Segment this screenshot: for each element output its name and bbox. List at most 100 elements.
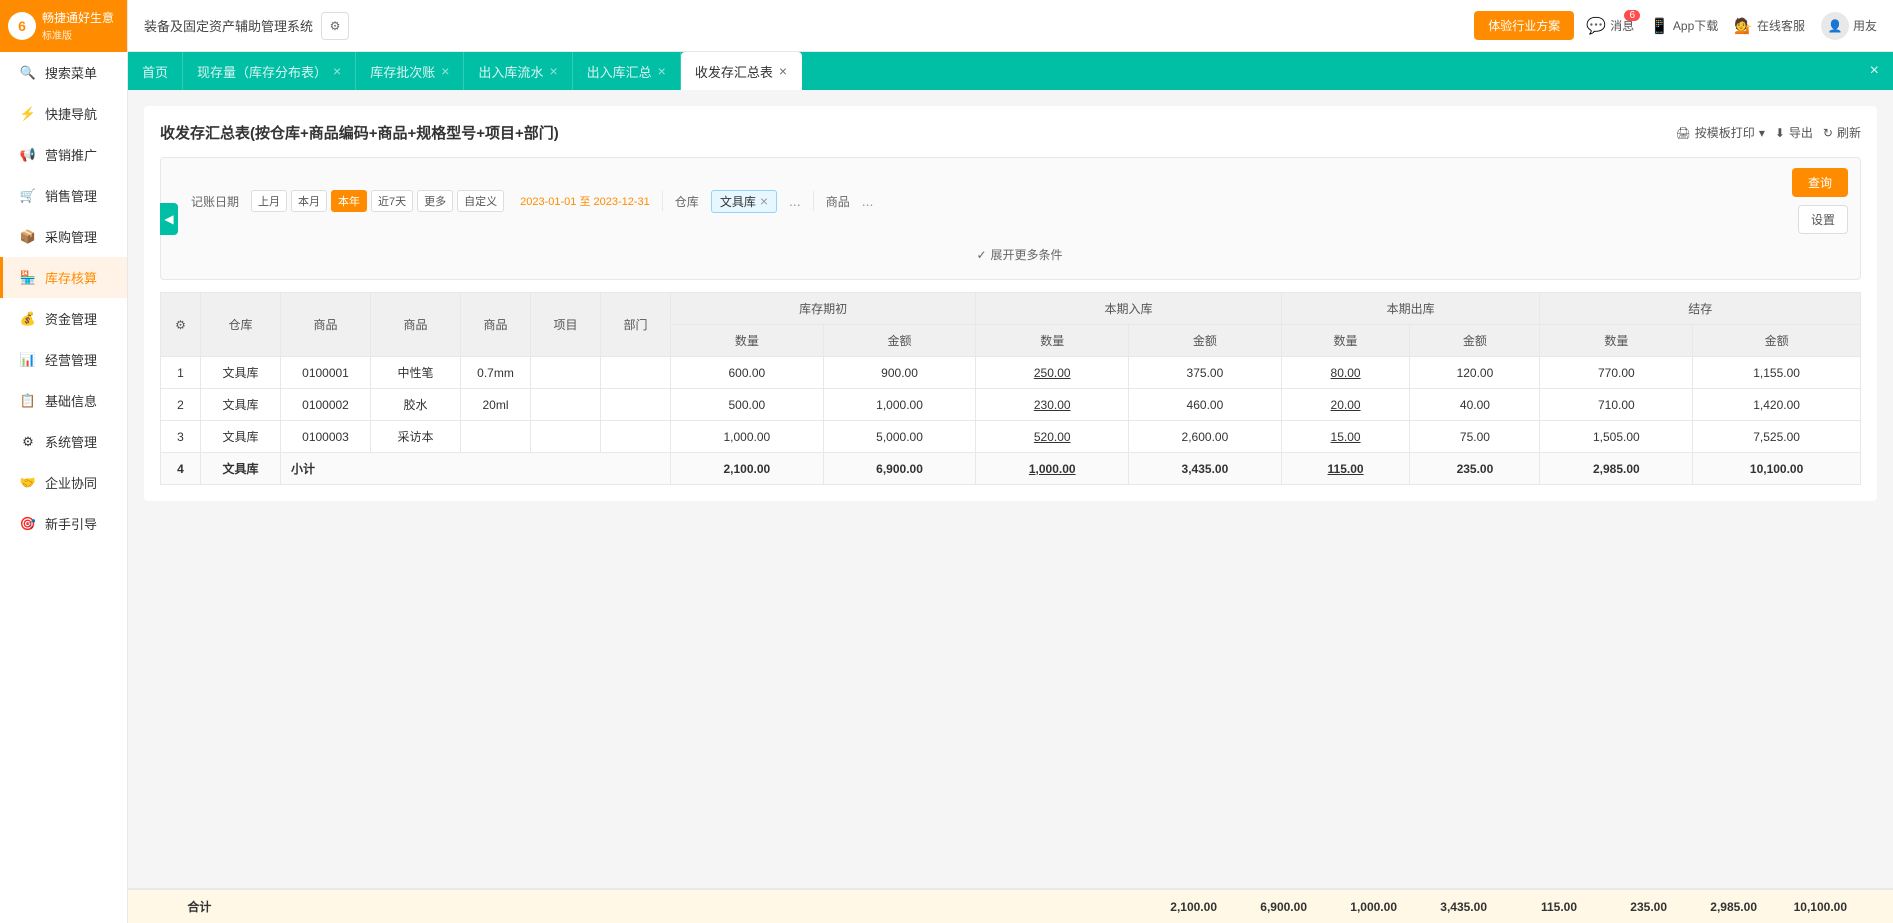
th-out-amt: 金额 [1410, 325, 1540, 357]
sidebar-item-inventory[interactable]: 🏪库存核算 [0, 257, 127, 298]
sidebar-label-basic: 基础信息 [45, 391, 97, 410]
tab-label-5: 收发存汇总表 [695, 62, 773, 81]
sidebar-item-basic[interactable]: 📋基础信息 [0, 380, 127, 421]
tab-close-2[interactable]: × [441, 63, 449, 79]
data-table: ⚙ 仓库 商品 商品 商品 项目 部门 库存期初 本期入库 本期出库 结存 [160, 292, 1861, 485]
tabs-bar: 首页现存量（库存分布表）×库存批次账×出入库流水×出入库汇总×收发存汇总表×× [128, 52, 1893, 90]
warehouse-tag-close[interactable]: × [760, 194, 768, 208]
topbar-message[interactable]: 💬 消息 6 [1586, 16, 1634, 36]
total-out-qty: 115.00 [1497, 900, 1587, 914]
tab-close-4[interactable]: × [658, 63, 666, 79]
warehouse-label: 仓库 [675, 193, 699, 210]
filter-row-1: 记账日期 上月本月本年近7天更多自定义 2023-01-01 至 2023-12… [191, 168, 1848, 234]
sidebar-nav: 🔍搜索菜单⚡快捷导航📢营销推广🛒销售管理📦采购管理🏪库存核算💰资金管理📊经营管理… [0, 52, 127, 923]
sidebar-item-search[interactable]: 🔍搜索菜单 [0, 52, 127, 93]
cell-init-qty: 500.00 [671, 389, 824, 421]
trial-btn[interactable]: 体验行业方案 [1474, 11, 1574, 40]
table-row: 3 文具库 0100003 采访本 1,000.00 5,000.00 520.… [161, 421, 1861, 453]
filter-area: ◀ 记账日期 上月本月本年近7天更多自定义 2023-01-01 至 2023-… [160, 157, 1861, 280]
cell-init-amt: 1,000.00 [823, 389, 976, 421]
cell-bal-qty: 710.00 [1540, 389, 1693, 421]
cell-bal-qty: 770.00 [1540, 357, 1693, 389]
st-out-qty[interactable]: 115.00 [1281, 453, 1410, 485]
warehouse-ellipsis[interactable]: ... [789, 193, 801, 209]
date-btn-自定义[interactable]: 自定义 [457, 190, 504, 212]
sidebar-item-quick[interactable]: ⚡快捷导航 [0, 93, 127, 134]
cell-dept [601, 389, 671, 421]
st-in-qty[interactable]: 1,000.00 [976, 453, 1129, 485]
sidebar-item-sales[interactable]: 🛒销售管理 [0, 175, 127, 216]
cell-out-qty[interactable]: 20.00 [1281, 389, 1410, 421]
sidebar-item-business[interactable]: 📊经营管理 [0, 339, 127, 380]
cell-code: 0100003 [281, 421, 371, 453]
date-btn-更多[interactable]: 更多 [417, 190, 453, 212]
tab-item-2[interactable]: 库存批次账× [356, 52, 464, 90]
cell-out-qty[interactable]: 80.00 [1281, 357, 1410, 389]
cell-project [531, 357, 601, 389]
btn-refresh[interactable]: ↻ 刷新 [1823, 124, 1861, 141]
total-label: 合计 [144, 898, 264, 915]
topbar-user[interactable]: 👤 用友 [1821, 12, 1877, 40]
sidebar-label-search: 搜索菜单 [45, 63, 97, 82]
cell-in-qty[interactable]: 520.00 [976, 421, 1129, 453]
btn-query[interactable]: 查询 [1792, 168, 1848, 197]
topbar-settings-btn[interactable]: ⚙ [321, 12, 349, 40]
cell-warehouse: 文具库 [201, 421, 281, 453]
st-in-amt: 3,435.00 [1129, 453, 1282, 485]
sidebar: 6 畅捷通好生意 标准版 🔍搜索菜单⚡快捷导航📢营销推广🛒销售管理📦采购管理🏪库… [0, 0, 128, 923]
system-icon: ⚙ [19, 433, 37, 451]
btn-filter-settings[interactable]: 设置 [1798, 205, 1848, 234]
date-btn-近7天[interactable]: 近7天 [371, 190, 413, 212]
cell-project [531, 389, 601, 421]
tab-item-4[interactable]: 出入库汇总× [573, 52, 681, 90]
goods-ellipsis[interactable]: ... [862, 193, 874, 209]
tab-close-5[interactable]: × [779, 63, 787, 79]
finance-icon: 💰 [19, 310, 37, 328]
tab-item-0[interactable]: 首页 [128, 52, 183, 90]
sidebar-item-marketing[interactable]: 📢营销推广 [0, 134, 127, 175]
tab-label-1: 现存量（库存分布表） [197, 62, 327, 81]
sidebar-label-guide: 新手引导 [45, 514, 97, 533]
sales-icon: 🛒 [19, 187, 37, 205]
th-warehouse: 仓库 [201, 293, 281, 357]
th-name: 商品 [371, 293, 461, 357]
filter-toggle-btn[interactable]: ◀ [160, 203, 178, 235]
st-num: 4 [161, 453, 201, 485]
btn-export[interactable]: ⬇ 导出 [1775, 124, 1813, 141]
cell-in-qty[interactable]: 230.00 [976, 389, 1129, 421]
st-init-qty: 2,100.00 [671, 453, 824, 485]
tab-item-3[interactable]: 出入库流水× [464, 52, 572, 90]
tab-item-5[interactable]: 收发存汇总表 × [681, 52, 802, 90]
tabs-bar-close[interactable]: × [1856, 62, 1893, 80]
expand-more-btn[interactable]: ✓ 展开更多条件 [191, 240, 1848, 269]
sidebar-item-system[interactable]: ⚙系统管理 [0, 421, 127, 462]
sidebar-item-guide[interactable]: 🎯新手引导 [0, 503, 127, 544]
date-btn-本年[interactable]: 本年 [331, 190, 367, 212]
th-settings[interactable]: ⚙ [161, 293, 201, 357]
tab-close-1[interactable]: × [333, 63, 341, 79]
tab-close-3[interactable]: × [549, 63, 557, 79]
user-avatar: 👤 [1821, 12, 1849, 40]
date-btn-本月[interactable]: 本月 [291, 190, 327, 212]
cell-in-qty[interactable]: 250.00 [976, 357, 1129, 389]
btn-print[interactable]: 🖨 按模板打印 ▾ [1676, 124, 1765, 141]
cell-project [531, 421, 601, 453]
sidebar-item-finance[interactable]: 💰资金管理 [0, 298, 127, 339]
tab-item-1[interactable]: 现存量（库存分布表） × [183, 52, 356, 90]
page-title: 收发存汇总表(按仓库+商品编码+商品+规格型号+项目+部门) [160, 122, 559, 143]
cell-code: 0100001 [281, 357, 371, 389]
main-area: 装备及固定资产辅助管理系统 ⚙ 体验行业方案 💬 消息 6 📱 App下载 💁 … [128, 0, 1893, 923]
cell-out-qty[interactable]: 15.00 [1281, 421, 1410, 453]
total-init-qty: 2,100.00 [1137, 900, 1227, 914]
date-btn-上月[interactable]: 上月 [251, 190, 287, 212]
sidebar-item-corp[interactable]: 🤝企业协同 [0, 462, 127, 503]
topbar-app-download[interactable]: 📱 App下载 [1650, 17, 1718, 35]
topbar-system: 装备及固定资产辅助管理系统 ⚙ [144, 12, 1462, 40]
filter-divider-2 [813, 191, 814, 211]
topbar: 装备及固定资产辅助管理系统 ⚙ 体验行业方案 💬 消息 6 📱 App下载 💁 … [128, 0, 1893, 52]
th-project: 项目 [531, 293, 601, 357]
topbar-online-service[interactable]: 💁 在线客服 [1734, 17, 1805, 35]
sidebar-item-purchase[interactable]: 📦采购管理 [0, 216, 127, 257]
filter-actions: 查询 设置 [1792, 168, 1848, 234]
cell-in-amt: 375.00 [1129, 357, 1282, 389]
